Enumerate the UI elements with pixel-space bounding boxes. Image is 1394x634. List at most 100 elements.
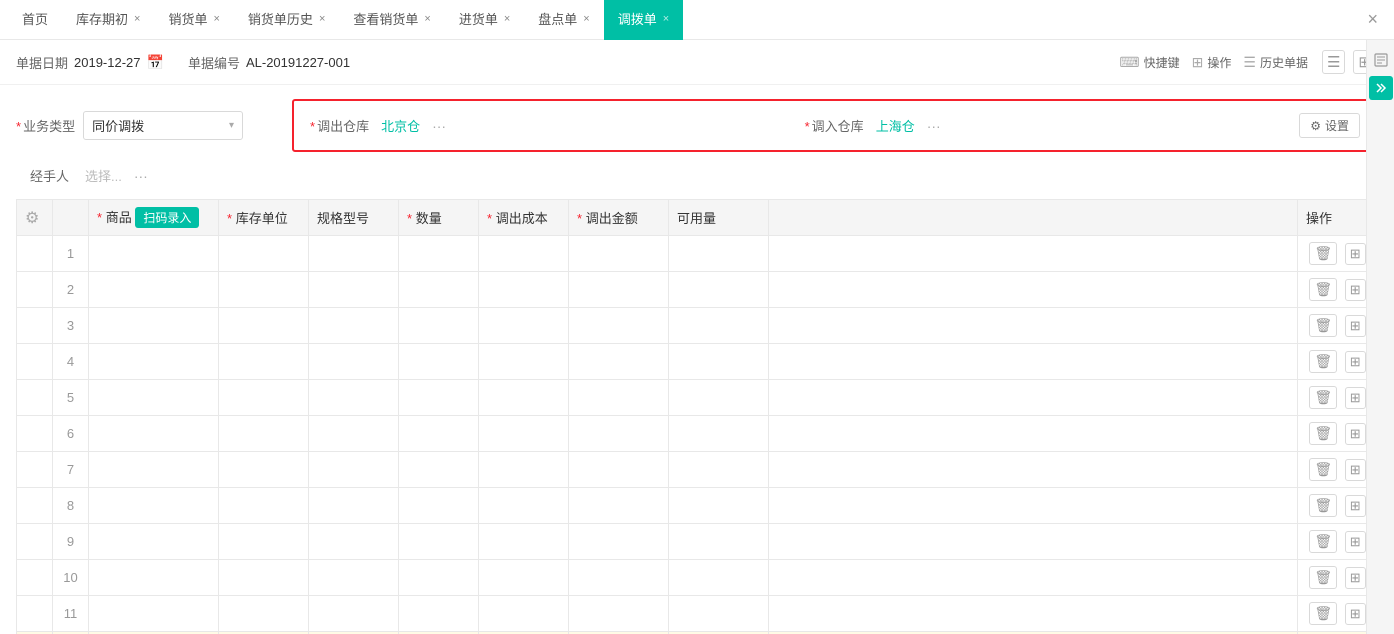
row-delete-btn[interactable]: 🗑 <box>1309 422 1337 445</box>
calendar-icon[interactable]: 📅 <box>147 54 164 71</box>
row-copy-btn[interactable]: ⊞ <box>1345 423 1366 445</box>
row-product[interactable] <box>89 380 219 416</box>
row-cost[interactable] <box>479 596 569 632</box>
row-product[interactable] <box>89 272 219 308</box>
transfer-in-value[interactable]: 上海仓 <box>876 116 915 135</box>
row-qty[interactable] <box>399 236 479 272</box>
row-copy-btn[interactable]: ⊞ <box>1345 279 1366 301</box>
column-settings-btn[interactable]: ⚙ <box>25 208 39 228</box>
handler-placeholder[interactable]: 选择... <box>85 166 122 185</box>
th-avail: 可用量 <box>669 200 769 236</box>
row-number: 11 <box>53 596 89 632</box>
transfer-in-more-icon[interactable]: ··· <box>927 118 941 134</box>
row-cost[interactable] <box>479 344 569 380</box>
row-cost[interactable] <box>479 308 569 344</box>
row-delete-btn[interactable]: 🗑 <box>1309 458 1337 481</box>
tab-view-sales[interactable]: 查看销货单 × <box>339 0 444 40</box>
row-product[interactable] <box>89 596 219 632</box>
tab-close-view-sales[interactable]: × <box>424 13 430 25</box>
transfer-out-more-icon[interactable]: ··· <box>432 118 446 134</box>
row-product[interactable] <box>89 344 219 380</box>
row-product[interactable] <box>89 560 219 596</box>
row-product[interactable] <box>89 236 219 272</box>
row-delete-btn[interactable]: 🗑 <box>1309 494 1337 517</box>
tab-close-sales-history[interactable]: × <box>319 13 325 25</box>
row-delete-btn[interactable]: 🗑 <box>1309 530 1337 553</box>
warehouse-settings-btn[interactable]: ⚙ 设置 <box>1299 113 1360 138</box>
row-cost[interactable] <box>479 416 569 452</box>
row-delete-btn[interactable]: 🗑 <box>1309 278 1337 301</box>
history-btn[interactable]: ☰ 历史单据 <box>1243 54 1308 71</box>
row-product[interactable] <box>89 308 219 344</box>
window-close-btn[interactable]: × <box>1359 9 1386 30</box>
tab-inventory-init[interactable]: 库存期初 × <box>62 0 154 40</box>
tab-sales-order[interactable]: 销货单 × <box>154 0 233 40</box>
row-delete-btn[interactable]: 🗑 <box>1309 242 1337 265</box>
row-delete-btn[interactable]: 🗑 <box>1309 602 1337 625</box>
row-empty <box>769 308 1298 344</box>
tab-close-sales-order[interactable]: × <box>213 13 219 25</box>
row-copy-btn[interactable]: ⊞ <box>1345 495 1366 517</box>
sidebar-notes-btn[interactable] <box>1369 48 1393 72</box>
row-copy-btn[interactable]: ⊞ <box>1345 603 1366 625</box>
row-delete-btn[interactable]: 🗑 <box>1309 314 1337 337</box>
shortcuts-btn[interactable]: ⌨ 快捷键 <box>1119 54 1179 71</box>
date-value[interactable]: 2019-12-27 <box>74 55 141 70</box>
row-copy-btn[interactable]: ⊞ <box>1345 387 1366 409</box>
row-cost[interactable] <box>479 236 569 272</box>
row-product[interactable] <box>89 488 219 524</box>
tab-purchase-order[interactable]: 进货单 × <box>445 0 524 40</box>
row-cost[interactable] <box>479 380 569 416</box>
row-cost[interactable] <box>479 524 569 560</box>
row-copy-btn[interactable]: ⊞ <box>1345 351 1366 373</box>
row-qty[interactable] <box>399 596 479 632</box>
row-copy-btn[interactable]: ⊞ <box>1345 567 1366 589</box>
number-label: 单据编号 <box>188 53 240 72</box>
operations-btn[interactable]: ⊞ 操作 <box>1192 54 1232 71</box>
row-cost[interactable] <box>479 560 569 596</box>
tab-home[interactable]: 首页 <box>8 0 62 40</box>
row-empty <box>769 524 1298 560</box>
row-qty[interactable] <box>399 416 479 452</box>
business-type-select[interactable]: 同价调拨 ▾ <box>83 111 243 140</box>
handler-more-icon[interactable]: ··· <box>134 168 148 184</box>
row-copy-btn[interactable]: ⊞ <box>1345 531 1366 553</box>
tab-close-stocktake[interactable]: × <box>583 13 589 25</box>
tab-sales-history[interactable]: 销货单历史 × <box>234 0 339 40</box>
row-delete-btn[interactable]: 🗑 <box>1309 386 1337 409</box>
tab-stocktake[interactable]: 盘点单 × <box>524 0 603 40</box>
row-qty[interactable] <box>399 308 479 344</box>
row-settings-cell <box>17 524 53 560</box>
row-delete-btn[interactable]: 🗑 <box>1309 350 1337 373</box>
row-cost[interactable] <box>479 452 569 488</box>
row-qty[interactable] <box>399 452 479 488</box>
row-qty[interactable] <box>399 272 479 308</box>
row-empty <box>769 380 1298 416</box>
row-qty[interactable] <box>399 524 479 560</box>
row-avail <box>669 488 769 524</box>
scan-input-btn[interactable]: 扫码录入 <box>135 207 199 228</box>
row-cost[interactable] <box>479 272 569 308</box>
tab-close-purchase-order[interactable]: × <box>504 13 510 25</box>
row-qty[interactable] <box>399 344 479 380</box>
tab-close-transfer[interactable]: × <box>663 13 669 25</box>
transfer-out-value[interactable]: 北京仓 <box>381 116 420 135</box>
row-unit <box>219 308 309 344</box>
list-view-btn[interactable]: ☰ <box>1322 50 1345 74</box>
row-qty[interactable] <box>399 488 479 524</box>
row-product[interactable] <box>89 524 219 560</box>
row-copy-btn[interactable]: ⊞ <box>1345 315 1366 337</box>
tab-transfer[interactable]: 调拨单 × <box>604 0 683 40</box>
row-number: 2 <box>53 272 89 308</box>
row-delete-btn[interactable]: 🗑 <box>1309 566 1337 589</box>
sidebar-expand-btn[interactable] <box>1369 76 1393 100</box>
row-qty[interactable] <box>399 380 479 416</box>
row-cost[interactable] <box>479 488 569 524</box>
row-unit <box>219 416 309 452</box>
row-qty[interactable] <box>399 560 479 596</box>
row-copy-btn[interactable]: ⊞ <box>1345 459 1366 481</box>
tab-close-inventory-init[interactable]: × <box>134 13 140 25</box>
row-product[interactable] <box>89 416 219 452</box>
row-product[interactable] <box>89 452 219 488</box>
row-copy-btn[interactable]: ⊞ <box>1345 243 1366 265</box>
